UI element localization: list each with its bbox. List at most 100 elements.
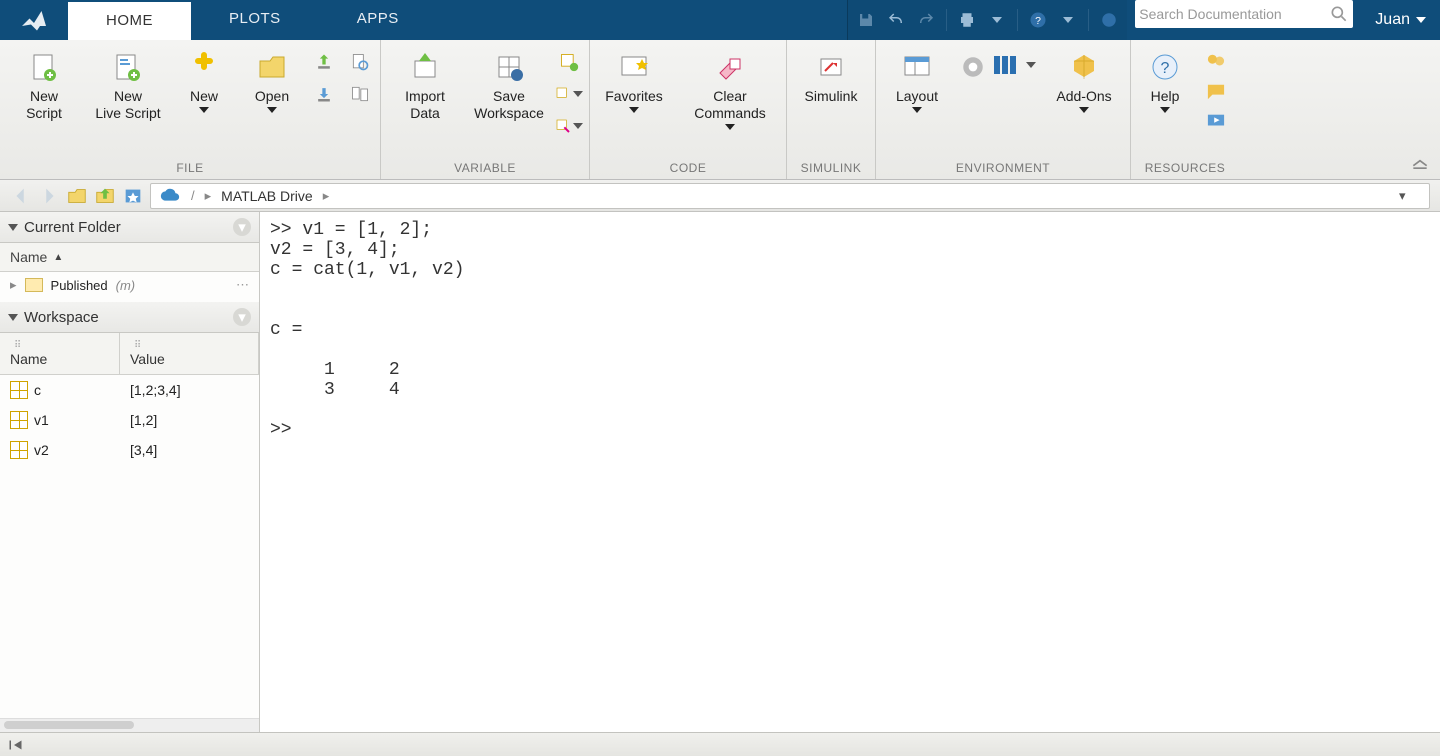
file-mini-buttons [310,46,338,106]
workspace-header[interactable]: Workspace ▾ [0,302,259,333]
left-panels: Current Folder ▾ Name ▲ ▸ Published (m) … [0,212,260,732]
chevron-down-icon [1160,107,1170,113]
addons-button[interactable]: Add-Ons [1044,46,1124,117]
search-icon[interactable] [1329,4,1349,24]
chevron-down-icon [629,107,639,113]
import-data-button[interactable]: Import Data [387,46,463,126]
download-icon[interactable] [310,82,338,106]
cloud-icon [159,187,181,205]
variable-icon [10,411,28,429]
chevron-down-icon [1416,17,1426,23]
open-button[interactable]: Open [242,46,302,117]
bookmark-folder-icon[interactable] [122,185,144,207]
current-folder-column-header[interactable]: Name ▲ [0,243,259,272]
pane-options-icon[interactable]: ▾ [233,308,251,326]
user-name: Juan [1375,11,1410,29]
current-folder-path[interactable]: / ▸ MATLAB Drive ▸ ▾ [150,183,1430,209]
search-input[interactable] [1139,6,1329,22]
toolstrip-group-variable: Import Data Save Workspace VARIABLE [381,40,590,179]
sort-asc-icon: ▲ [53,252,63,263]
workspace-table: c [1,2;3,4] v1 [1,2] v2 [3,4] [0,375,259,465]
workspace-row[interactable]: v2 [3,4] [0,435,259,465]
quick-access-toolbar: ? [847,0,1127,40]
folder-row[interactable]: ▸ Published (m) ⋯ [0,272,259,298]
menu-bar: HOME PLOTS APPS ? Juan [0,0,1440,40]
matlab-logo [0,0,68,40]
tab-home[interactable]: HOME [68,0,191,40]
file-mini-buttons-2 [346,46,374,106]
command-window[interactable]: >> v1 = [1, 2]; v2 = [3, 4]; c = cat(1, … [260,212,1440,732]
layout-button[interactable]: Layout [882,46,952,117]
chevron-right-icon[interactable]: ▸ [323,188,330,204]
new-live-script-button[interactable]: New Live Script [90,46,166,126]
status-bar [0,732,1440,756]
set-path-button[interactable] [994,46,1036,74]
variable-icon [10,441,28,459]
more-icon[interactable]: ⋯ [236,277,249,293]
help-dropdown-icon[interactable] [1054,6,1082,34]
go-to-start-icon[interactable] [8,738,26,752]
clear-commands-button[interactable]: Clear Commands [680,46,780,134]
svg-text:?: ? [1035,15,1041,27]
favorites-button[interactable]: Favorites [596,46,672,117]
forward-icon[interactable] [38,185,60,207]
new-button[interactable]: New [174,46,234,117]
preferences-button[interactable] [960,46,986,80]
up-folder-icon[interactable] [66,185,88,207]
redo-icon[interactable] [912,6,940,34]
crumb-separator: / [191,188,195,203]
print-icon[interactable] [953,6,981,34]
workspace-row[interactable]: v1 [1,2] [0,405,259,435]
toolstrip-group-code: Favorites Clear Commands CODE [590,40,787,179]
collapse-toolstrip-icon[interactable] [1410,158,1430,173]
workspace-col-name[interactable]: ⠿ Name [0,333,120,374]
toolstrip-group-simulink: Simulink SIMULINK [787,40,876,179]
tab-apps[interactable]: APPS [319,0,437,40]
help-button[interactable]: ? Help [1137,46,1193,117]
upload-icon[interactable] [310,50,338,74]
find-files-icon[interactable] [346,50,374,74]
simulink-button[interactable]: Simulink [793,46,869,109]
toolstrip-group-file: New Script New Live Script New Open [0,40,381,179]
user-menu[interactable]: Juan [1361,0,1440,40]
current-folder-header[interactable]: Current Folder ▾ [0,212,259,243]
compare-icon[interactable] [346,82,374,106]
undo-icon[interactable] [882,6,910,34]
pane-options-icon[interactable]: ▾ [233,218,251,236]
save-workspace-button[interactable]: Save Workspace [471,46,547,126]
toolstrip-group-environment: Layout Add-Ons ENVIRONMENT [876,40,1131,179]
chevron-down-icon [725,124,735,130]
folder-suffix: (m) [116,278,136,293]
workspace-row[interactable]: c [1,2;3,4] [0,375,259,405]
help-icon[interactable]: ? [1024,6,1052,34]
community-icon[interactable] [1205,52,1227,72]
open-variable-icon[interactable] [555,82,583,106]
new-script-button[interactable]: New Script [6,46,82,126]
back-icon[interactable] [10,185,32,207]
search-documentation[interactable] [1135,0,1353,28]
folder-name: Published [51,278,108,293]
svg-text:?: ? [1161,60,1170,77]
horizontal-scrollbar[interactable] [0,718,259,732]
learn-matlab-icon[interactable] [1205,112,1227,132]
chevron-down-icon [912,107,922,113]
address-bar: / ▸ MATLAB Drive ▸ ▾ [0,180,1440,212]
path-dropdown-icon[interactable]: ▾ [1399,188,1421,204]
current-folder-list: ▸ Published (m) ⋯ [0,272,259,298]
current-folder-title: Current Folder [24,219,121,236]
toolstrip-group-resources: ? Help RESOURCES [1131,40,1239,179]
sync-icon[interactable] [1095,6,1123,34]
print-dropdown-icon[interactable] [983,6,1011,34]
clear-workspace-icon[interactable] [555,114,583,138]
save-icon[interactable] [852,6,880,34]
variable-mini-buttons [555,46,583,138]
crumb-matlab-drive[interactable]: MATLAB Drive [221,188,313,204]
request-support-icon[interactable] [1205,82,1227,102]
new-variable-icon[interactable] [555,50,583,74]
tab-plots[interactable]: PLOTS [191,0,319,40]
variable-icon [10,381,28,399]
folder-icon [25,278,43,292]
chevron-right-icon[interactable]: ▸ [205,188,212,204]
workspace-col-value[interactable]: ⠿ Value [120,333,259,374]
browse-folder-icon[interactable] [94,185,116,207]
